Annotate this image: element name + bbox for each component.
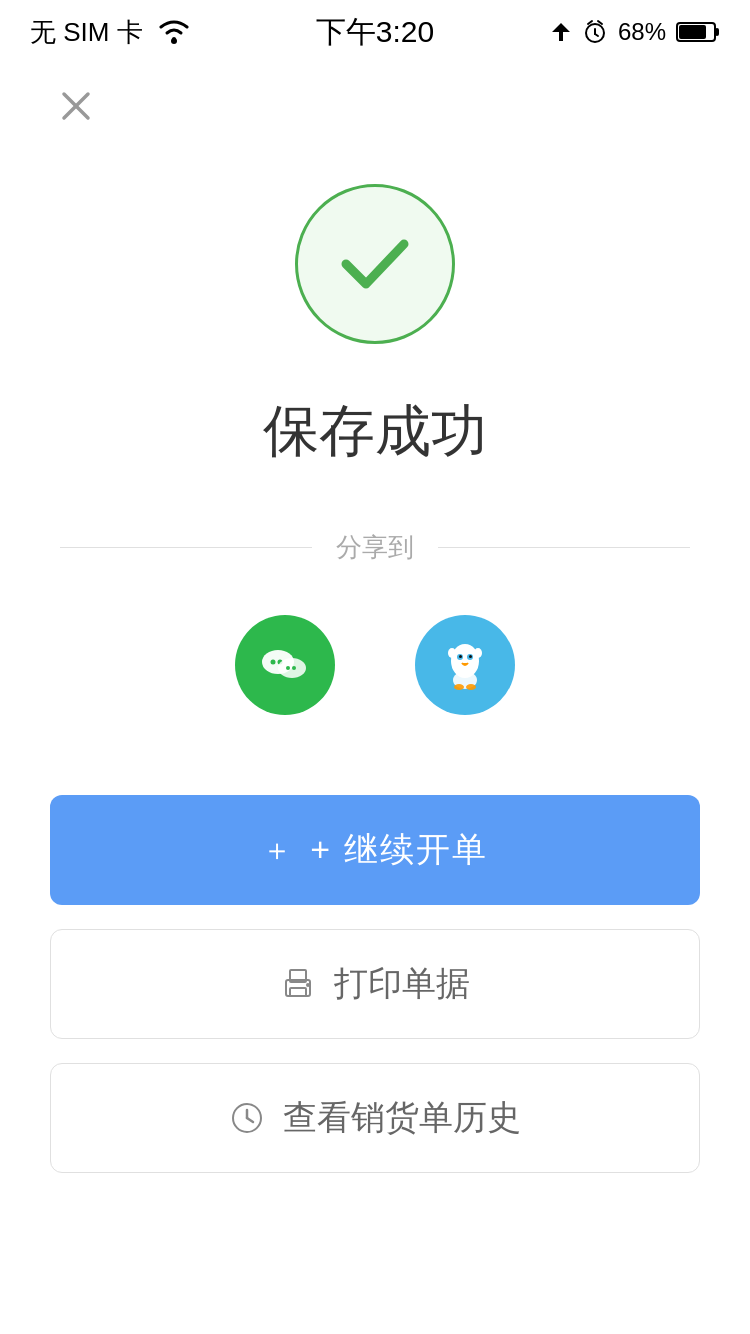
svg-point-25 — [454, 684, 464, 690]
svg-line-3 — [595, 34, 598, 36]
svg-rect-8 — [679, 25, 706, 39]
svg-point-26 — [466, 684, 476, 690]
qq-share-button[interactable] — [415, 615, 515, 715]
svg-point-30 — [306, 983, 310, 987]
print-button[interactable]: 打印单据 — [50, 929, 700, 1039]
history-button[interactable]: 查看销货单历史 — [50, 1063, 700, 1173]
continue-icon: ＋ — [262, 830, 292, 871]
main-content: 保存成功 分享到 — [0, 64, 750, 1173]
share-divider: 分享到 — [0, 530, 750, 565]
wifi-icon — [157, 19, 191, 45]
svg-line-33 — [247, 1118, 253, 1122]
svg-point-22 — [448, 648, 456, 658]
status-time: 下午3:20 — [316, 12, 434, 53]
print-label: 打印单据 — [334, 961, 470, 1007]
success-circle — [295, 184, 455, 344]
divider-line-right — [438, 547, 690, 548]
svg-point-0 — [171, 38, 177, 44]
battery-percent: 68% — [618, 18, 666, 46]
qq-icon — [435, 635, 495, 695]
action-buttons: ＋ + 继续开单 打印单据 查看销货单历史 — [0, 795, 750, 1173]
alarm-icon — [582, 19, 608, 45]
status-left: 无 SIM 卡 — [30, 15, 191, 50]
share-icons-row — [235, 615, 515, 715]
svg-point-23 — [474, 648, 482, 658]
status-right: 68% — [550, 18, 720, 46]
no-sim-label: 无 SIM 卡 — [30, 15, 143, 50]
svg-point-21 — [469, 655, 472, 658]
success-title: 保存成功 — [263, 394, 487, 470]
location-icon — [550, 21, 572, 43]
continue-label: + 继续开单 — [310, 827, 487, 873]
svg-point-12 — [271, 660, 276, 665]
continue-button[interactable]: ＋ + 继续开单 — [50, 795, 700, 905]
wechat-share-button[interactable] — [235, 615, 335, 715]
checkmark-icon — [330, 219, 420, 309]
status-bar: 无 SIM 卡 下午3:20 68% — [0, 0, 750, 64]
history-label: 查看销货单历史 — [283, 1095, 521, 1141]
svg-line-4 — [588, 21, 592, 24]
svg-line-5 — [598, 21, 602, 24]
printer-icon — [280, 966, 316, 1002]
svg-point-16 — [292, 666, 296, 670]
divider-line-left — [60, 547, 312, 548]
close-button[interactable] — [50, 80, 102, 132]
svg-point-15 — [286, 666, 290, 670]
svg-rect-29 — [290, 988, 306, 996]
history-icon — [229, 1100, 265, 1136]
svg-point-20 — [459, 655, 462, 658]
share-label: 分享到 — [312, 530, 438, 565]
svg-rect-7 — [715, 28, 719, 36]
battery-icon — [676, 21, 720, 43]
wechat-icon — [256, 636, 314, 694]
